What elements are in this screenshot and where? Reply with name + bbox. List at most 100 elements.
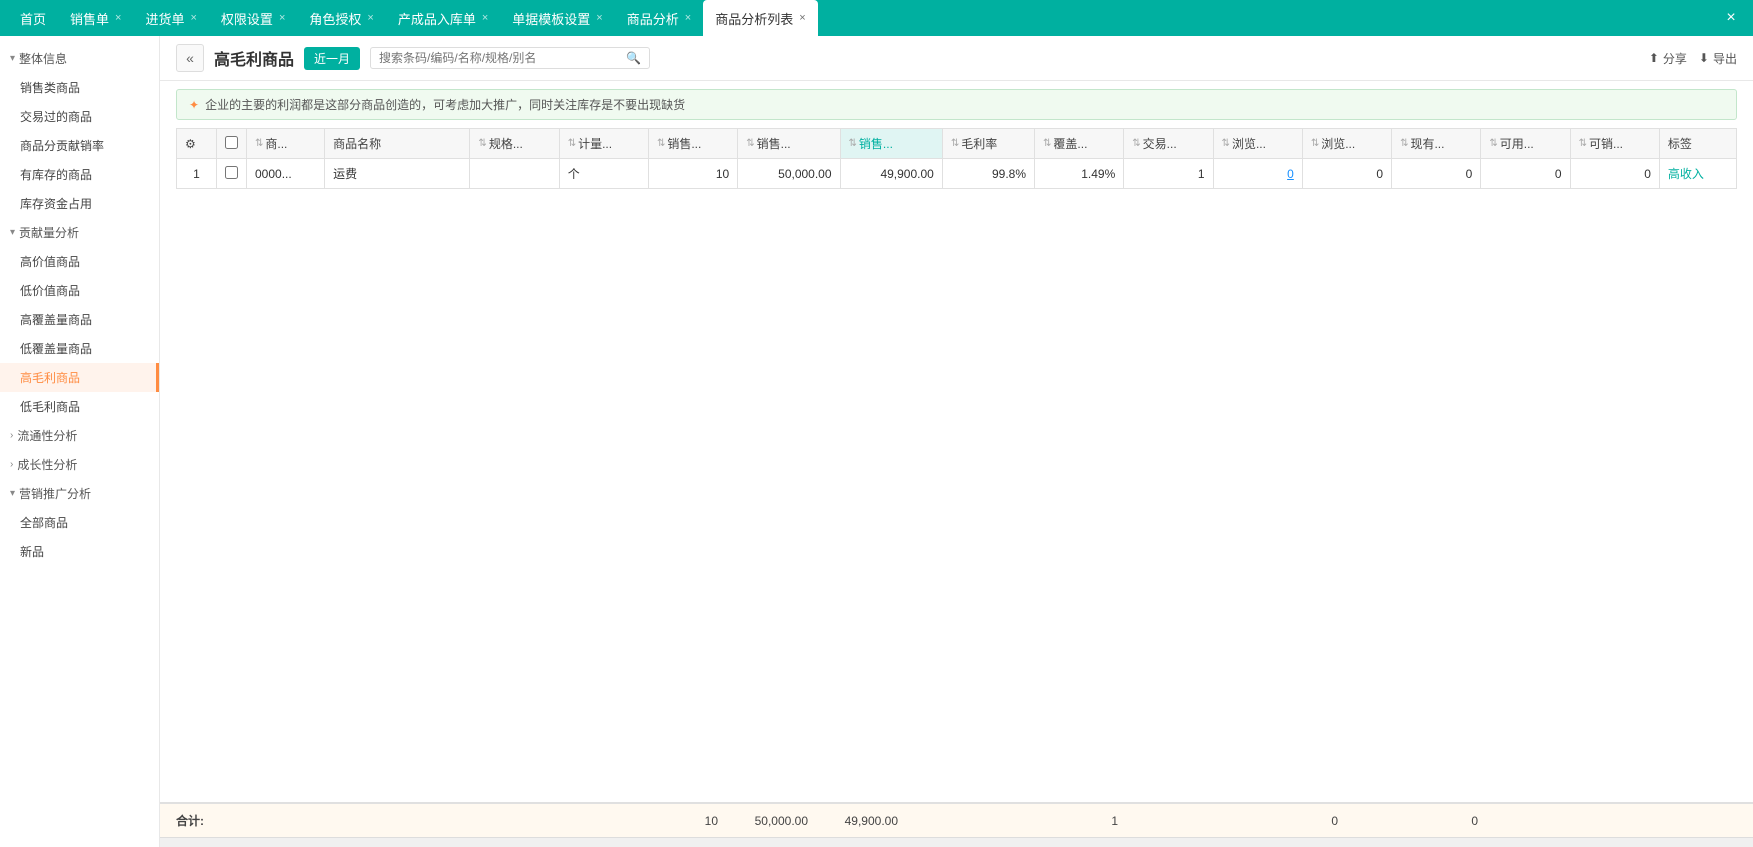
close-purchase-order[interactable]: × [190,12,196,24]
row-views2: 0 [1302,159,1391,189]
nav-sales-order[interactable]: 销售单 × [58,0,133,36]
date-filter-button[interactable]: 近一月 [304,47,360,70]
col-gross-rate[interactable]: ⇅毛利率 [942,129,1034,159]
nav-template-settings[interactable]: 单据模板设置 × [500,0,614,36]
page-title: 高毛利商品 [214,46,294,70]
share-icon: ⬆ [1649,51,1659,65]
notice-icon: ✦ [189,98,199,112]
sidebar-item-low-value[interactable]: 低价值商品 [0,276,159,305]
export-button[interactable]: ⬇ 导出 [1699,50,1737,67]
close-product-analysis-list[interactable]: × [799,12,805,24]
row-sales-amount: 50,000.00 [738,159,840,189]
share-button[interactable]: ⬆ 分享 [1649,50,1687,67]
col-coverage[interactable]: ⇅覆盖... [1035,129,1124,159]
col-unit[interactable]: ⇅计量... [559,129,648,159]
close-all-tabs[interactable]: × [1717,4,1745,32]
content-header: « 高毛利商品 近一月 🔍 ⬆ 分享 ⬇ 导出 [160,36,1753,81]
select-all-checkbox[interactable] [225,136,238,149]
close-product-analysis[interactable]: × [685,12,691,24]
arrow-marketing: ▾ [10,488,15,499]
col-views2[interactable]: ⇅浏览... [1302,129,1391,159]
col-available[interactable]: ⇅可用... [1481,129,1570,159]
footer-sales-qty: 10 [656,814,726,828]
search-input[interactable] [379,51,622,65]
search-box: 🔍 [370,47,650,69]
sidebar-item-high-margin[interactable]: 高毛利商品 [0,363,159,392]
nav-product-analysis-list[interactable]: 商品分析列表 × [703,0,817,36]
sidebar-item-new-goods[interactable]: 新品 [0,537,159,566]
close-role-auth[interactable]: × [367,12,373,24]
sidebar-group-liquidity-label: 流通性分析 [17,427,77,444]
sidebar-item-contrib-rate[interactable]: 商品分贡献销率 [0,131,159,160]
close-template-settings[interactable]: × [596,12,602,24]
sidebar-group-growth[interactable]: › 成长性分析 [0,450,159,479]
close-permission-settings[interactable]: × [279,12,285,24]
arrow-contribution: ▾ [10,227,15,238]
export-icon: ⬇ [1699,51,1709,65]
col-sales-profit[interactable]: ⇅销售... [840,129,942,159]
arrow-liquidity: › [10,430,13,441]
col-spec[interactable]: ⇅规格... [470,129,559,159]
col-sales-amount[interactable]: ⇅销售... [738,129,840,159]
row-current-stock: 0 [1392,159,1481,189]
col-sellable[interactable]: ⇅可销... [1570,129,1659,159]
sidebar-collapse-button[interactable]: « [176,44,204,72]
row-available: 0 [1481,159,1570,189]
close-sales-order[interactable]: × [115,12,121,24]
nav-home[interactable]: 首页 [8,0,58,36]
footer-label: 合计: [176,812,306,829]
col-settings[interactable]: ⚙ [177,129,217,159]
col-tag[interactable]: 标签 [1659,129,1736,159]
sidebar-item-traded-goods[interactable]: 交易过的商品 [0,102,159,131]
close-product-inbound[interactable]: × [482,12,488,24]
top-nav: 首页 销售单 × 进货单 × 权限设置 × 角色授权 × 产成品入库单 × 单据… [0,0,1753,36]
col-sales-qty[interactable]: ⇅销售... [648,129,737,159]
sidebar-item-stock-capital[interactable]: 库存资金占用 [0,189,159,218]
sidebar-item-low-margin[interactable]: 低毛利商品 [0,392,159,421]
row-num: 1 [177,159,217,189]
sidebar-item-high-value[interactable]: 高价值商品 [0,247,159,276]
sidebar: ▾ 整体信息 销售类商品 交易过的商品 商品分贡献销率 有库存的商品 库存资金占… [0,36,160,847]
col-checkbox[interactable] [217,129,247,159]
nav-product-inbound[interactable]: 产成品入库单 × [386,0,500,36]
arrow-overall: ▾ [10,53,15,64]
row-unit: 个 [559,159,648,189]
footer-total-row: 合计: 10 50,000.00 49,900.00 1 0 0 [160,802,1753,837]
col-name[interactable]: 商品名称 [325,129,470,159]
sidebar-group-marketing[interactable]: ▾ 营销推广分析 [0,479,159,508]
nav-role-auth[interactable]: 角色授权 × [297,0,385,36]
sidebar-item-high-coverage[interactable]: 高覆盖量商品 [0,305,159,334]
row-tag: 高收入 [1659,159,1736,189]
notice-bar: ✦ 企业的主要的利润都是这部分商品创造的，可考虑加大推广，同时关注库存是不要出现… [176,89,1737,120]
row-gross-rate: 99.8% [942,159,1034,189]
row-code: 0000... [247,159,325,189]
horizontal-scrollbar[interactable] [160,837,1753,847]
row-coverage: 1.49% [1035,159,1124,189]
content-area: « 高毛利商品 近一月 🔍 ⬆ 分享 ⬇ 导出 ✦ 企业的主要的利润都是这部 [160,36,1753,847]
row-checkbox[interactable] [217,159,247,189]
data-table: ⚙ ⇅商... 商品名称 ⇅规格... [176,128,1737,189]
row-transactions: 1 [1124,159,1213,189]
arrow-growth: › [10,459,13,470]
nav-product-analysis[interactable]: 商品分析 × [615,0,703,36]
sidebar-group-overall[interactable]: ▾ 整体信息 [0,44,159,73]
sidebar-group-liquidity[interactable]: › 流通性分析 [0,421,159,450]
sidebar-item-low-coverage[interactable]: 低覆盖量商品 [0,334,159,363]
col-views1[interactable]: ⇅浏览... [1213,129,1302,159]
sidebar-group-contribution[interactable]: ▾ 贡献量分析 [0,218,159,247]
nav-purchase-order[interactable]: 进货单 × [133,0,208,36]
search-icon[interactable]: 🔍 [626,51,641,65]
row-views1[interactable]: 0 [1213,159,1302,189]
sidebar-item-sales-goods[interactable]: 销售类商品 [0,73,159,102]
notice-text: 企业的主要的利润都是这部分商品创造的，可考虑加大推广，同时关注库存是不要出现缺货 [205,96,685,113]
sidebar-item-all-goods[interactable]: 全部商品 [0,508,159,537]
col-current-stock[interactable]: ⇅现有... [1392,129,1481,159]
row-select-checkbox[interactable] [225,166,238,179]
nav-permission-settings[interactable]: 权限设置 × [209,0,297,36]
sidebar-group-contribution-label: 贡献量分析 [19,224,79,241]
row-sellable: 0 [1570,159,1659,189]
footer-sellable: 0 [1416,814,1486,828]
sidebar-item-in-stock[interactable]: 有库存的商品 [0,160,159,189]
col-transactions[interactable]: ⇅交易... [1124,129,1213,159]
col-code[interactable]: ⇅商... [247,129,325,159]
